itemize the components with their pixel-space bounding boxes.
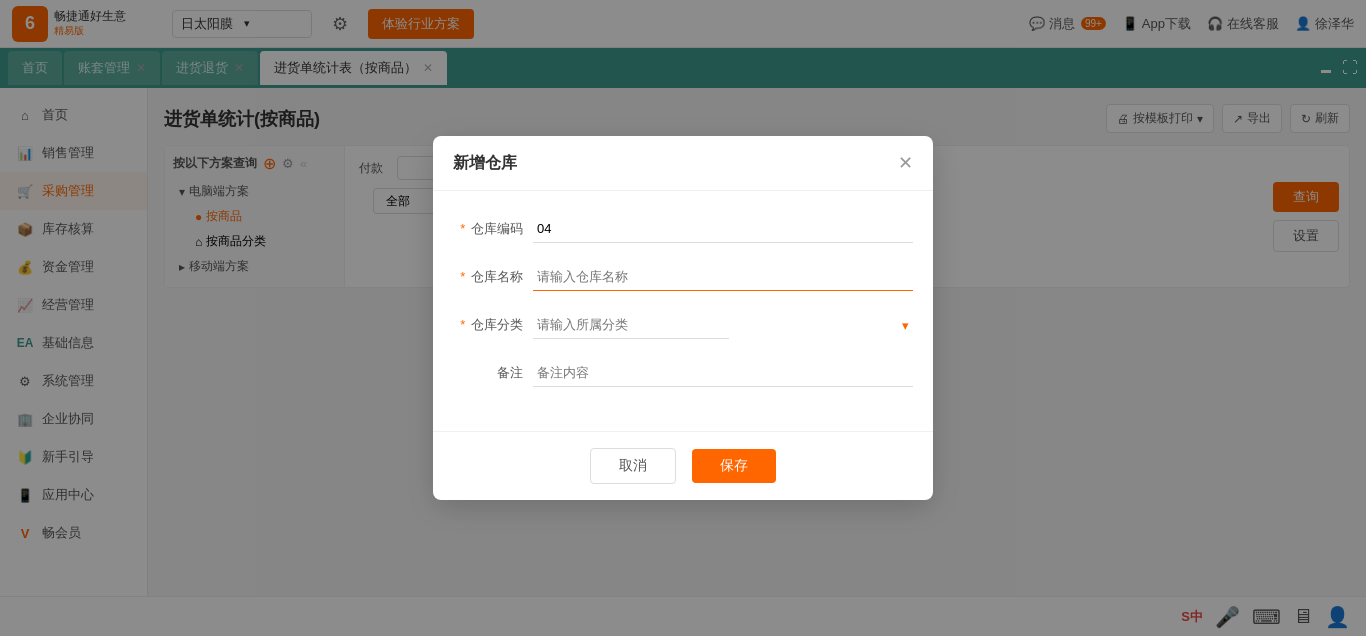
dialog-body: * 仓库编码 * 仓库名称 * 仓库分类: [433, 191, 933, 431]
category-input[interactable]: [533, 311, 729, 339]
name-input[interactable]: [533, 263, 913, 291]
code-label: * 仓库编码: [453, 220, 533, 238]
save-button[interactable]: 保存: [692, 449, 776, 483]
category-label: * 仓库分类: [453, 316, 533, 334]
dialog-header: 新增仓库 ✕: [433, 136, 933, 191]
remark-input[interactable]: [533, 359, 913, 387]
dialog-footer: 取消 保存: [433, 431, 933, 500]
category-dropdown-icon: ▾: [902, 318, 909, 333]
form-row-remark: 备注: [453, 359, 913, 387]
code-input[interactable]: [533, 215, 913, 243]
required-star-code: *: [460, 221, 465, 236]
cancel-button[interactable]: 取消: [590, 448, 676, 484]
form-row-code: * 仓库编码: [453, 215, 913, 243]
form-row-category: * 仓库分类 ▾: [453, 311, 913, 339]
modal-overlay: 新增仓库 ✕ * 仓库编码 * 仓库名称: [0, 0, 1366, 636]
dialog-close-icon[interactable]: ✕: [898, 152, 913, 174]
remark-label: 备注: [453, 364, 533, 382]
category-select-wrapper: ▾: [533, 311, 913, 339]
required-star-name: *: [460, 269, 465, 284]
name-label: * 仓库名称: [453, 268, 533, 286]
dialog-title: 新增仓库: [453, 153, 517, 174]
form-row-name: * 仓库名称: [453, 263, 913, 291]
new-warehouse-dialog: 新增仓库 ✕ * 仓库编码 * 仓库名称: [433, 136, 933, 500]
required-star-category: *: [460, 317, 465, 332]
